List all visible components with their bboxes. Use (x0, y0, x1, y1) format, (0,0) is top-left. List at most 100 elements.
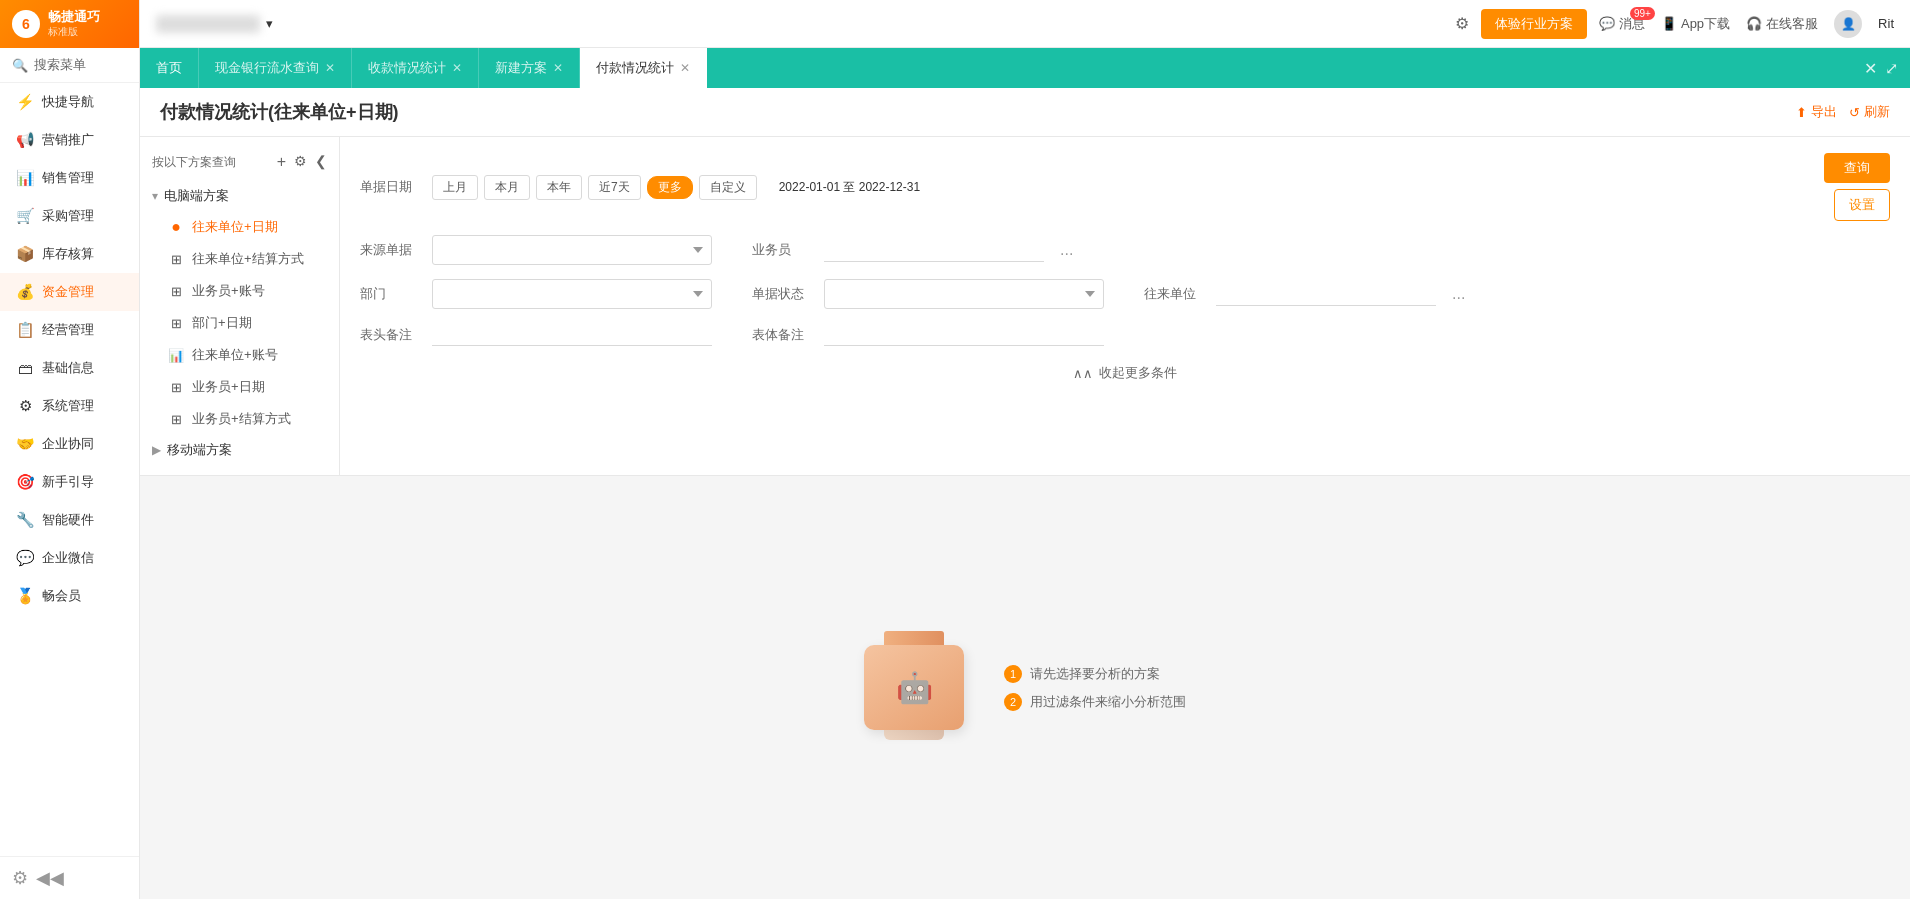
plan-icon-partner-account: 📊 (168, 347, 184, 363)
search-icon: 🔍 (12, 58, 28, 73)
export-button[interactable]: ⬆ 导出 (1796, 103, 1837, 121)
sidebar-item-enterprise[interactable]: 🤝 企业协同 (0, 425, 139, 463)
company-selector[interactable]: 公司名称示例文字 ▾ (156, 15, 1443, 33)
expand-tabs-icon[interactable]: ⤢ (1885, 59, 1898, 78)
sidebar-item-basic[interactable]: 🗃 基础信息 (0, 349, 139, 387)
refresh-button[interactable]: ↺ 刷新 (1849, 103, 1890, 121)
scheme-panel-actions: + ⚙ ❮ (277, 153, 327, 171)
tab-receipt-stats[interactable]: 收款情况统计 ✕ (352, 48, 479, 88)
sidebar-item-inventory[interactable]: 📦 库存核算 (0, 235, 139, 273)
table-header-note-input[interactable] (432, 323, 712, 346)
plan-item-partner-settlement[interactable]: ⊞ 往来单位+结算方式 (140, 243, 339, 275)
desktop-section-label: 电脑端方案 (164, 187, 229, 205)
sidebar-search[interactable]: 🔍 搜索菜单 (0, 48, 139, 83)
trial-button[interactable]: 体验行业方案 (1481, 9, 1587, 39)
settings-scheme-icon[interactable]: ⚙ (294, 153, 307, 171)
online-service-button[interactable]: 🎧 在线客服 (1746, 15, 1818, 33)
collapse-scheme-icon[interactable]: ❮ (315, 153, 327, 171)
plan-item-dept-date[interactable]: ⊞ 部门+日期 (140, 307, 339, 339)
query-button[interactable]: 查询 (1824, 153, 1890, 183)
date-btn-custom[interactable]: 自定义 (699, 175, 757, 200)
sidebar-item-label: 销售管理 (42, 169, 94, 187)
mobile-section: ▶ 移动端方案 (140, 435, 339, 465)
sidebar-item-quick-nav[interactable]: ⚡ 快捷导航 (0, 83, 139, 121)
settings-footer-icon[interactable]: ⚙ (12, 867, 28, 889)
desktop-section-header[interactable]: ▾ 电脑端方案 (140, 181, 339, 211)
plan-item-salesperson-settlement[interactable]: ⊞ 业务员+结算方式 (140, 403, 339, 435)
company-dropdown-icon[interactable]: ▾ (266, 16, 273, 31)
empty-box: 🤖 (864, 645, 964, 730)
date-btn-this-year[interactable]: 本年 (536, 175, 582, 200)
topbar-settings-icon[interactable]: ⚙ (1455, 14, 1469, 33)
plan-item-salesperson-account[interactable]: ⊞ 业务员+账号 (140, 275, 339, 307)
date-btn-this-month[interactable]: 本月 (484, 175, 530, 200)
user-name[interactable]: Rit (1878, 16, 1894, 31)
collapse-sidebar-icon[interactable]: ◀◀ (36, 867, 64, 889)
source-voucher-label: 来源单据 (360, 241, 416, 259)
filter-row-dept: 部门 单据状态 往来单位 ... (360, 279, 1890, 309)
scheme-panel-header: 按以下方案查询 + ⚙ ❮ (140, 147, 339, 181)
capital-icon: 💰 (16, 283, 34, 301)
voucher-status-label: 单据状态 (752, 285, 808, 303)
date-btn-last-month[interactable]: 上月 (432, 175, 478, 200)
sidebar-item-wechat[interactable]: 💬 企业微信 (0, 539, 139, 577)
hardware-icon: 🔧 (16, 511, 34, 529)
scheme-panel: 按以下方案查询 + ⚙ ❮ ▾ 电脑端方案 ● (140, 137, 340, 475)
plan-item-partner-account[interactable]: 📊 往来单位+账号 (140, 339, 339, 371)
partner-dots[interactable]: ... (1452, 285, 1465, 303)
plan-icon-partner-settlement: ⊞ (168, 251, 184, 267)
sidebar-item-label: 采购管理 (42, 207, 94, 225)
tab-payment-stats-close[interactable]: ✕ (680, 61, 690, 75)
filter-settings-button[interactable]: 设置 (1834, 189, 1890, 221)
department-select[interactable] (432, 279, 712, 309)
date-btn-last-7-days[interactable]: 近7天 (588, 175, 641, 200)
sidebar-item-capital[interactable]: 💰 资金管理 (0, 273, 139, 311)
date-btn-more[interactable]: 更多 (647, 176, 693, 199)
sidebar-item-member[interactable]: 🏅 畅会员 (0, 577, 139, 615)
purchase-icon: 🛒 (16, 207, 34, 225)
empty-illustration: 🤖 (864, 645, 964, 730)
sidebar-item-hardware[interactable]: 🔧 智能硬件 (0, 501, 139, 539)
empty-state: 🤖 1 请先选择要分析的方案 2 用过滤条件来缩小分析范围 (864, 645, 1186, 730)
messages-button[interactable]: 💬 消息 99+ (1599, 15, 1645, 33)
brand-name: 畅捷通巧 (48, 9, 100, 25)
refresh-label: 刷新 (1864, 103, 1890, 121)
salesperson-dots[interactable]: ... (1060, 241, 1073, 259)
sidebar-item-marketing[interactable]: 📢 营销推广 (0, 121, 139, 159)
sales-icon: 📊 (16, 169, 34, 187)
department-label: 部门 (360, 285, 416, 303)
sidebar-item-operation[interactable]: 📋 经营管理 (0, 311, 139, 349)
tab-cash-flow[interactable]: 现金银行流水查询 ✕ (199, 48, 352, 88)
tab-receipt-stats-close[interactable]: ✕ (452, 61, 462, 75)
tab-payment-stats[interactable]: 付款情况统计 ✕ (580, 48, 707, 88)
sidebar-item-sales[interactable]: 📊 销售管理 (0, 159, 139, 197)
tab-cash-flow-close[interactable]: ✕ (325, 61, 335, 75)
collapse-button[interactable]: ∧∧ 收起更多条件 (1073, 364, 1177, 382)
source-voucher-select[interactable] (432, 235, 712, 265)
sidebar-item-guide[interactable]: 🎯 新手引导 (0, 463, 139, 501)
wechat-icon: 💬 (16, 549, 34, 567)
table-body-note-input[interactable] (824, 323, 1104, 346)
salesperson-input[interactable] (824, 239, 1044, 262)
sidebar-item-label: 营销推广 (42, 131, 94, 149)
app-download-button[interactable]: 📱 App下载 (1661, 15, 1730, 33)
tab-bar: 首页 现金银行流水查询 ✕ 收款情况统计 ✕ 新建方案 ✕ 付款情况统计 ✕ ✕… (140, 48, 1910, 88)
sidebar-item-purchase[interactable]: 🛒 采购管理 (0, 197, 139, 235)
close-all-tabs-icon[interactable]: ✕ (1864, 59, 1877, 78)
add-scheme-icon[interactable]: + (277, 153, 286, 171)
sidebar-item-label: 企业协同 (42, 435, 94, 453)
sidebar-item-system[interactable]: ⚙ 系统管理 (0, 387, 139, 425)
plan-item-salesperson-date[interactable]: ⊞ 业务员+日期 (140, 371, 339, 403)
voucher-status-select[interactable] (824, 279, 1104, 309)
plan-label-salesperson-settlement: 业务员+结算方式 (192, 410, 291, 428)
tab-new-scheme[interactable]: 新建方案 ✕ (479, 48, 580, 88)
plan-item-partner-date[interactable]: ● 往来单位+日期 (140, 211, 339, 243)
partner-input[interactable] (1216, 283, 1436, 306)
user-avatar[interactable]: 👤 (1834, 10, 1862, 38)
tab-new-scheme-close[interactable]: ✕ (553, 61, 563, 75)
message-icon: 💬 (1599, 16, 1615, 31)
member-icon: 🏅 (16, 587, 34, 605)
sidebar-item-label: 快捷导航 (42, 93, 94, 111)
tab-home[interactable]: 首页 (140, 48, 199, 88)
mobile-section-header[interactable]: ▶ 移动端方案 (140, 435, 339, 465)
